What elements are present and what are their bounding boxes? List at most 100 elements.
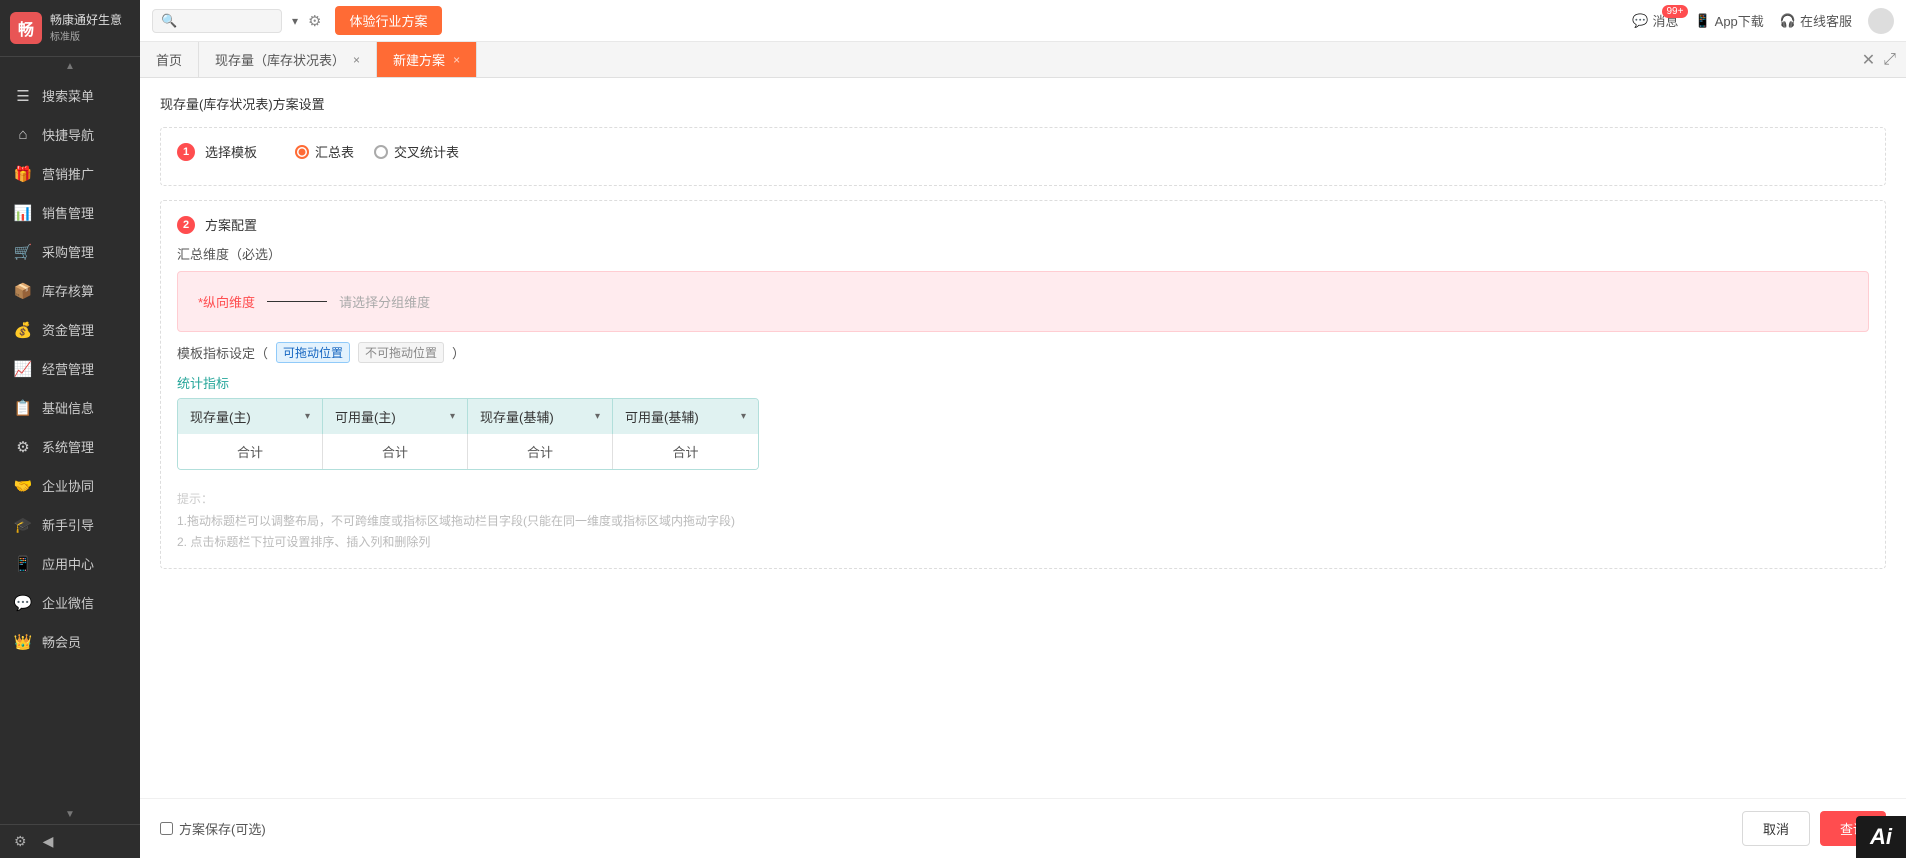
sidebar-item-6[interactable]: 💰资金管理 bbox=[0, 310, 140, 349]
col-dropdown-icon[interactable]: ▾ bbox=[741, 411, 746, 422]
ai-badge: Ai bbox=[1856, 816, 1906, 858]
dimension-row: *纵向维度 请选择分组维度 bbox=[198, 292, 1848, 311]
topbar-right: 💬 消息 99+ 📱 App下载 🎧 在线客服 bbox=[1632, 8, 1894, 34]
radio-summary[interactable] bbox=[295, 145, 309, 159]
sidebar-item-1[interactable]: ⌂快捷导航 bbox=[0, 115, 140, 154]
sidebar-label-1: 快捷导航 bbox=[42, 125, 94, 144]
radio-crosstab[interactable] bbox=[374, 145, 388, 159]
sidebar-icon-7: 📈 bbox=[14, 360, 32, 378]
dimension-select-area[interactable]: *纵向维度 请选择分组维度 bbox=[177, 271, 1869, 332]
sidebar-item-8[interactable]: 📋 基础信息 bbox=[0, 388, 140, 427]
dimension-line bbox=[267, 301, 327, 302]
sidebar-icon-3: 📊 bbox=[14, 204, 32, 222]
sidebar-scroll-top[interactable]: ▲ bbox=[0, 57, 140, 76]
stats-table-body: 合计合计合计合计 bbox=[178, 434, 758, 469]
stats-header-col-0[interactable]: 现存量(主)▾ bbox=[178, 399, 323, 434]
sidebar-label-14: 畅会员 bbox=[42, 632, 81, 651]
sidebar-icon-12: 📱 bbox=[14, 555, 32, 573]
topbar-dropdown[interactable]: ▾ bbox=[292, 14, 298, 28]
step1-num: 1 bbox=[177, 143, 195, 161]
dimension-label: 汇总维度（必选） bbox=[177, 244, 1869, 263]
sidebar-label-10: 企业协同 bbox=[42, 476, 94, 495]
col-dropdown-icon[interactable]: ▾ bbox=[595, 411, 600, 422]
sidebar-label-7: 经营管理 bbox=[42, 359, 94, 378]
step2-section: 2 方案配置 汇总维度（必选） *纵向维度 请选择分组维度 模板指标设定（ 可拖… bbox=[160, 200, 1886, 569]
sidebar-item-2[interactable]: 🎁营销推广 bbox=[0, 154, 140, 193]
message-btn[interactable]: 💬 消息 99+ bbox=[1632, 11, 1678, 30]
online-service-btn[interactable]: 🎧 在线客服 bbox=[1780, 11, 1852, 30]
logo-text: 畅康通好生意 标准版 bbox=[50, 13, 122, 44]
tip-item-1: 2. 点击标题栏下拉可设置排序、插入列和删除列 bbox=[177, 532, 1869, 554]
template-options: 汇总表 交叉统计表 bbox=[295, 142, 459, 161]
sidebar-label-12: 应用中心 bbox=[42, 554, 94, 573]
sidebar-item-4[interactable]: 🛒采购管理 bbox=[0, 232, 140, 271]
sidebar-item-13[interactable]: 💬 企业微信 bbox=[0, 583, 140, 622]
save-label: 方案保存(可选) bbox=[179, 819, 266, 838]
chevron-down-icon: ▾ bbox=[292, 14, 298, 28]
save-option[interactable]: 方案保存(可选) bbox=[160, 819, 266, 838]
sidebar-icon-11: 🎓 bbox=[14, 516, 32, 534]
tab-inventory-close[interactable]: × bbox=[353, 53, 360, 67]
sidebar-item-12[interactable]: 📱 应用中心 bbox=[0, 544, 140, 583]
sidebar-icon-13: 💬 bbox=[14, 594, 32, 612]
sidebar-nav: ☰搜索菜单⌂快捷导航🎁营销推广📊销售管理🛒采购管理📦库存核算💰资金管理 📈 经营管理… bbox=[0, 76, 140, 805]
close-panel-icon[interactable]: ✕ bbox=[1862, 50, 1875, 70]
sidebar-item-3[interactable]: 📊销售管理 bbox=[0, 193, 140, 232]
stats-header-col-1[interactable]: 可用量(主)▾ bbox=[323, 399, 468, 434]
topbar-gear-icon[interactable]: ⚙ bbox=[308, 12, 321, 30]
collapse-icon[interactable]: ◀ bbox=[43, 833, 54, 850]
radio-option-crosstab[interactable]: 交叉统计表 bbox=[374, 142, 459, 161]
app-download-btn[interactable]: 📱 App下载 bbox=[1694, 11, 1763, 30]
dimension-required: *纵向维度 bbox=[198, 292, 255, 311]
search-box: 🔍 bbox=[152, 9, 282, 33]
search-input[interactable] bbox=[181, 14, 271, 28]
tab-inventory-status[interactable]: 现存量（库存状况表） × bbox=[199, 42, 377, 77]
cancel-button[interactable]: 取消 bbox=[1742, 811, 1810, 846]
sidebar-label-13: 企业微信 bbox=[42, 593, 94, 612]
tab-home[interactable]: 首页 bbox=[140, 42, 199, 77]
col-dropdown-icon[interactable]: ▾ bbox=[305, 411, 310, 422]
sidebar-icon-8: 📋 bbox=[14, 399, 32, 417]
message-badge: 99+ bbox=[1662, 5, 1689, 18]
sidebar: 畅 畅康通好生意 标准版 ▲ ☰搜索菜单⌂快捷导航🎁营销推广📊销售管理🛒采购管理… bbox=[0, 0, 140, 858]
page-title: 现存量(库存状况表)方案设置 bbox=[160, 94, 1886, 113]
trial-button[interactable]: 体验行业方案 bbox=[335, 6, 441, 35]
sidebar-item-5[interactable]: 📦库存核算 bbox=[0, 271, 140, 310]
headset-icon: 🎧 bbox=[1780, 13, 1796, 29]
save-checkbox[interactable] bbox=[160, 822, 173, 835]
scroll-down-icon[interactable]: ▼ bbox=[65, 809, 75, 820]
stats-table-header: 现存量(主)▾可用量(主)▾现存量(基辅)▾可用量(基辅)▾ bbox=[178, 399, 758, 434]
sidebar-logo: 畅 畅康通好生意 标准版 bbox=[0, 0, 140, 57]
sidebar-label-2: 营销推广 bbox=[42, 164, 94, 183]
main-wrapper: 🔍 ▾ ⚙ 体验行业方案 💬 消息 99+ 📱 App下载 🎧 在线客服 bbox=[140, 0, 1906, 858]
settings-icon[interactable]: ⚙ bbox=[14, 833, 27, 850]
step2-title: 方案配置 bbox=[205, 215, 257, 234]
tab-new-plan[interactable]: 新建方案 × bbox=[377, 42, 477, 77]
col-dropdown-icon[interactable]: ▾ bbox=[450, 411, 455, 422]
radio-option-summary[interactable]: 汇总表 bbox=[295, 142, 354, 161]
sidebar-scroll-bottom[interactable]: ▼ bbox=[0, 805, 140, 824]
sidebar-item-11[interactable]: 🎓新手引导 bbox=[0, 505, 140, 544]
topbar: 🔍 ▾ ⚙ 体验行业方案 💬 消息 99+ 📱 App下载 🎧 在线客服 bbox=[140, 0, 1906, 42]
tab-new-plan-close[interactable]: × bbox=[453, 53, 460, 67]
stats-section-label: 统计指标 bbox=[177, 373, 1869, 392]
sidebar-label-9: 系统管理 bbox=[42, 437, 94, 456]
sidebar-item-9[interactable]: ⚙系统管理 bbox=[0, 427, 140, 466]
sidebar-label-4: 采购管理 bbox=[42, 242, 94, 261]
sidebar-label-8: 基础信息 bbox=[42, 398, 94, 417]
user-avatar[interactable] bbox=[1868, 8, 1894, 34]
sidebar-item-7[interactable]: 📈 经营管理 bbox=[0, 349, 140, 388]
content-area: 现存量(库存状况表)方案设置 1 选择模板 汇总表 交叉统计表 bbox=[140, 78, 1906, 798]
unmovable-badge: 不可拖动位置 bbox=[358, 342, 444, 363]
app-icon: 📱 bbox=[1694, 13, 1710, 29]
stats-cell-3: 合计 bbox=[613, 434, 758, 469]
sidebar-item-0[interactable]: ☰搜索菜单 bbox=[0, 76, 140, 115]
sidebar-item-14[interactable]: 👑畅会员 bbox=[0, 622, 140, 661]
tips-title: 提示： bbox=[177, 492, 213, 506]
sidebar-item-10[interactable]: 🤝企业协同 bbox=[0, 466, 140, 505]
scroll-up-icon[interactable]: ▲ bbox=[65, 61, 75, 72]
stats-header-col-3[interactable]: 可用量(基辅)▾ bbox=[613, 399, 758, 434]
stats-header-col-2[interactable]: 现存量(基辅)▾ bbox=[468, 399, 613, 434]
expand-icon[interactable]: ⤢ bbox=[1883, 51, 1896, 69]
tabs-action: ✕ ⤢ bbox=[1852, 50, 1906, 70]
